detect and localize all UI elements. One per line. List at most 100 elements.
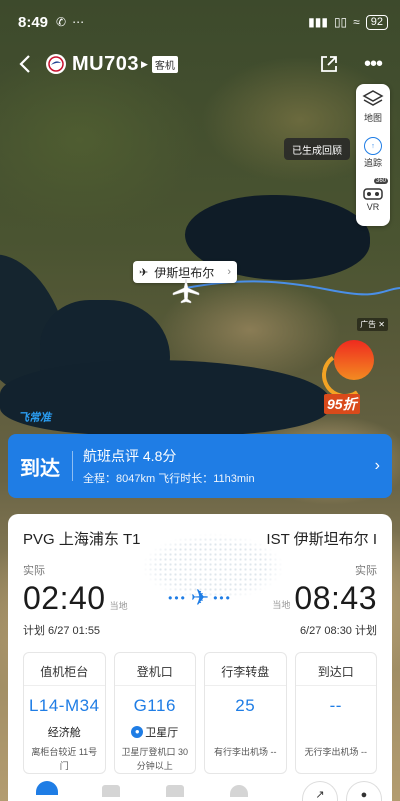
box-title: 登机口 [136,665,173,679]
arrival-status-bar[interactable]: 到达 航班点评 4.8分 全程：8047km 飞行时长：11h3min › [8,434,392,498]
checkin-note: 离柜台较近 11号门 [31,747,98,771]
globe-icon [230,785,248,797]
airplane-icon: ✈ [190,585,210,610]
phone-icon: ✆ [56,15,67,29]
aircraft-position-icon[interactable] [172,278,200,304]
baggage-carousel-value: 25 [235,696,256,715]
vr-headset-icon [363,187,383,200]
departure-actual-label: 实际 [23,565,45,577]
route-connector: ••• ✈ ••• [128,585,273,611]
origin-airport[interactable]: PVG 上海浦东 T1 [23,528,141,549]
baggage-note: 有行李出机场 -- [214,747,277,757]
dots-right: ••• [213,591,232,605]
route-line [185,280,400,296]
dots-left: ••• [168,591,187,605]
vr-button[interactable]: 360 VR [356,176,390,222]
layers-icon [362,90,384,106]
checkin-counter-value: L14-M34 [28,696,100,715]
wifi-icon: ≈ [353,15,360,29]
ad-tag: 广告 ✕ [357,318,388,331]
gate-note: 卫星厅登机口 30分钟以上 [121,747,188,771]
arrival-time-group: 当地 08:43 [272,580,377,617]
flight-dropdown-icon[interactable]: ▶ [141,59,148,70]
flight-status: 到达 [20,457,60,480]
time-row: 02:40 当地 ••• ✈ ••• 当地 08:43 [23,578,377,618]
departure-time: 02:40 [23,579,106,616]
more-notifications-icon: ⋯ [72,15,85,29]
nav-tab-3[interactable] [164,781,186,799]
more-menu-button[interactable]: ••• [358,49,388,79]
advertisement[interactable]: 广告 ✕ 95折 [318,318,392,414]
track-icon: ↑ [364,137,382,155]
brand-watermark: 飞常准 [18,412,51,424]
info-boxes: 值机柜台 L14-M34 经济舱 离柜台较近 11号门 登机口 G116 ● 卫… [23,652,377,774]
plan-row: 计划 6/27 01:55 6/27 08:30 计划 [23,622,377,638]
nav-extra-button[interactable]: ● [346,781,382,801]
status-bar: 8:49 ✆ ⋯ ▮▮▮ ▯▯ ≈ 92 [0,0,400,44]
arrival-exit-value: -- [329,696,342,715]
destination-airport[interactable]: IST 伊斯坦布尔 I [266,528,377,549]
top-header: MU703 ▶ 客机 ••• [0,44,400,84]
chevron-right-icon: › [374,457,380,474]
vr-label: VR [366,201,380,212]
route-row: PVG 上海浦东 T1 IST 伊斯坦布尔 I [23,528,377,549]
nav-tab-4[interactable] [228,781,250,799]
box-title: 值机柜台 [40,665,89,679]
exit-note: 无行李出机场 -- [304,747,368,757]
actual-label-row: 实际 实际 [23,562,377,578]
airline-logo [46,54,66,74]
arrival-exit-box[interactable]: 到达口 -- 无行李出机场 -- [294,652,377,774]
seat-icon [166,785,184,797]
arrival-plan: 6/27 08:30 计划 [299,625,377,637]
nav-flight-tab[interactable] [36,781,58,799]
chevron-right-icon: › [227,266,231,278]
signal-icon: ▮▮▮ [308,15,328,29]
box-title: 到达口 [317,665,354,679]
flight-info-card: PVG 上海浦东 T1 IST 伊斯坦布尔 I 实际 实际 02:40 当地 •… [8,514,392,801]
china-eastern-logo-icon [48,56,64,72]
divider [205,685,286,686]
flight-stats: 全程：8047km 飞行时长：11h3min [83,473,255,485]
status-right: ▮▮▮ ▯▯ ≈ 92 [308,14,388,30]
battery-indicator: 92 [365,14,388,30]
share-icon [321,56,337,72]
arrival-info: 航班点评 4.8分 全程：8047km 飞行时长：11h3min [83,446,255,486]
back-arrow-icon [19,55,30,73]
share-button[interactable] [314,49,344,79]
bottom-nav: ↗ ● [8,781,392,801]
box-title: 行李转盘 [221,665,270,679]
calendar-icon [102,785,120,797]
map-layer-label: 地图 [363,113,382,123]
divider [72,451,73,481]
departure-plan: 计划 6/27 01:55 [23,625,101,637]
nav-share-button[interactable]: ↗ [302,781,338,801]
status-time: 8:49 [18,13,49,31]
arrival-local-tag: 当地 [272,599,291,610]
divider [114,685,195,686]
arrival-actual-label: 实际 [355,565,377,577]
flight-rating: 航班点评 4.8分 [83,448,177,464]
track-button[interactable]: ↑ 追踪 [356,130,390,176]
boarding-gate-box[interactable]: 登机口 G116 ● 卫星厅 卫星厅登机口 30分钟以上 [113,652,196,774]
gate-location: ● 卫星厅 [131,724,178,739]
nav-tab-2[interactable] [100,781,122,799]
checkin-counter-box[interactable]: 值机柜台 L14-M34 经济舱 离柜台较近 11号门 [23,652,106,774]
back-button[interactable] [12,49,38,79]
cabin-class: 经济舱 [47,726,81,739]
map-layer-button[interactable]: 地图 [356,88,390,130]
replay-button[interactable]: 已生成回顾 [284,138,350,160]
departure-local-tag: 当地 [109,601,128,611]
baggage-carousel-box[interactable]: 行李转盘 25 有行李出机场 -- [204,652,287,774]
plane-landing-icon: ✈ [139,266,149,279]
flight-number[interactable]: MU703 [72,53,139,76]
flight-tab-icon [36,781,58,795]
map-tools-panel: 地图 ↑ 追踪 360 VR [356,84,390,226]
track-label: 追踪 [363,158,382,168]
gate-location-text: 卫星厅 [145,726,179,739]
aircraft-type-badge: 客机 [151,55,178,73]
signal-2-icon: ▯▯ [333,15,348,29]
satellite-hall-icon: ● [131,725,144,738]
boarding-gate-value: G116 [133,696,176,715]
vr-360-badge: 360 [373,178,388,184]
arrival-time: 08:43 [294,579,377,616]
